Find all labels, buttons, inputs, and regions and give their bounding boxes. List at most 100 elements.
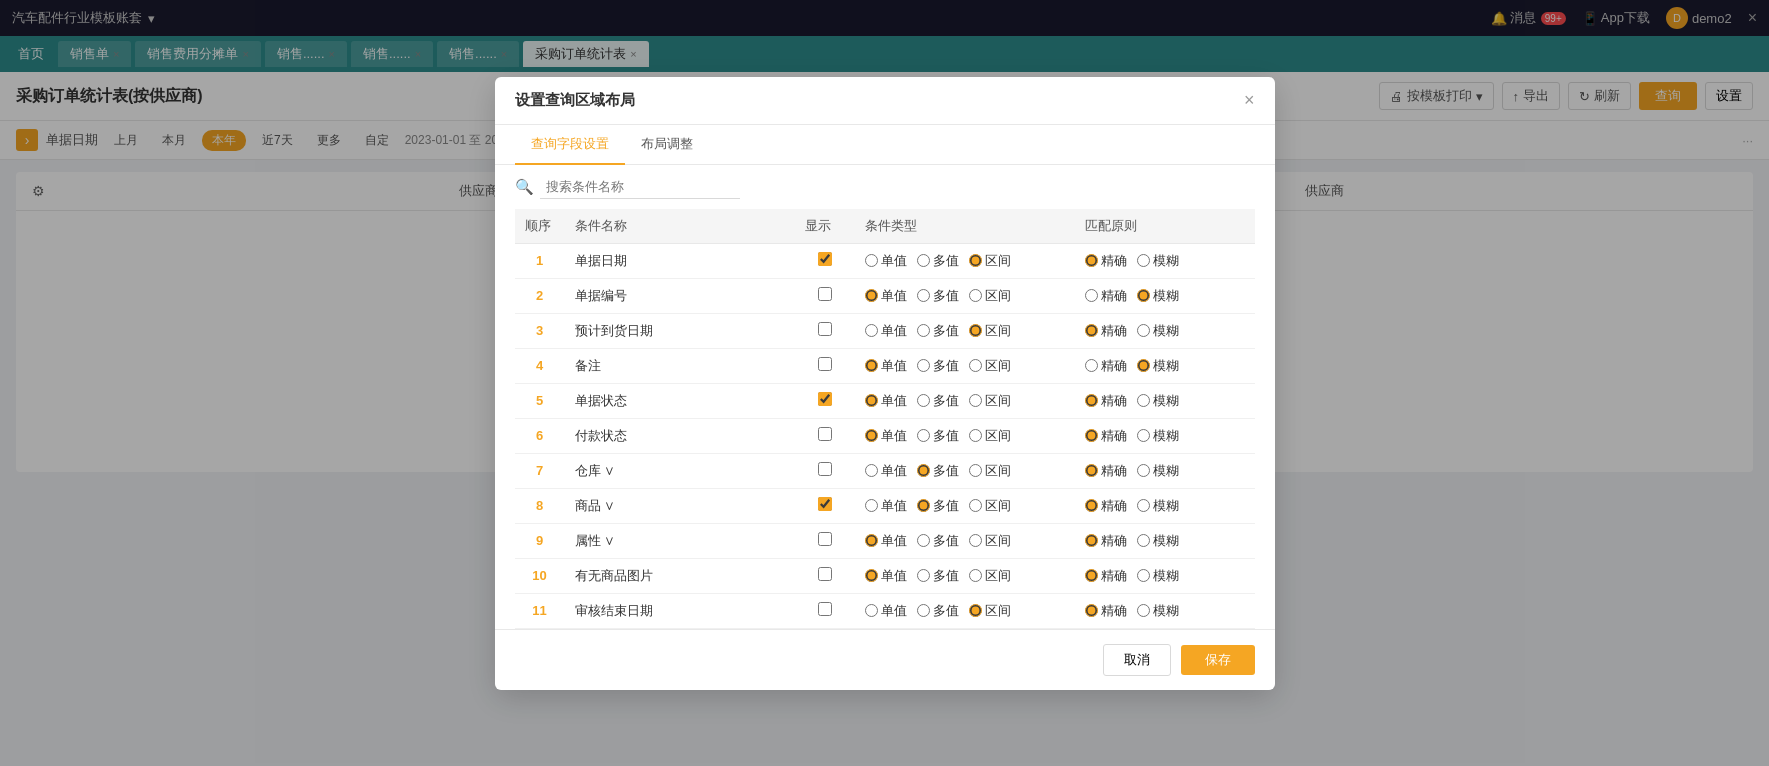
display-checkbox[interactable] [818, 497, 832, 511]
modal-body: 查询字段设置 布局调整 🔍 顺序 条件名称 显示 [495, 125, 1275, 561]
type-option-区间[interactable]: 区间 [969, 322, 1011, 340]
type-option-区间[interactable]: 区间 [969, 287, 1011, 305]
cell-display [795, 488, 855, 523]
type-option-多值[interactable]: 多值 [917, 392, 959, 410]
modal-tab-query-fields[interactable]: 查询字段设置 [515, 125, 625, 165]
type-option-单值[interactable]: 单值 [865, 252, 907, 270]
th-name: 条件名称 [565, 209, 795, 244]
display-checkbox[interactable] [818, 532, 832, 546]
cell-type: 单值多值区间 [855, 243, 1075, 278]
type-option-单值[interactable]: 单值 [865, 462, 907, 480]
rule-option-精确[interactable]: 精确 [1085, 357, 1127, 375]
cell-display [795, 558, 855, 560]
cell-display [795, 243, 855, 278]
cell-order: 1 [515, 243, 565, 278]
cell-order: 8 [515, 488, 565, 523]
table-row: 10有无商品图片单值多值区间精确模糊 [515, 558, 1255, 560]
cell-type: 单值多值区间 [855, 418, 1075, 453]
table-row: 3预计到货日期 单值多值区间 精确模糊 [515, 313, 1255, 348]
cell-name: 付款状态 [565, 418, 795, 453]
cell-type: 单值多值区间 [855, 488, 1075, 523]
cell-type: 单值多值区间 [855, 558, 1075, 560]
type-option-区间[interactable]: 区间 [969, 357, 1011, 375]
type-option-单值[interactable]: 单值 [865, 427, 907, 445]
display-checkbox[interactable] [818, 462, 832, 476]
type-option-单值[interactable]: 单值 [865, 532, 907, 550]
rule-option-模糊[interactable]: 模糊 [1137, 532, 1179, 550]
cell-type: 单值多值区间 [855, 523, 1075, 558]
display-checkbox[interactable] [818, 252, 832, 266]
rule-option-模糊[interactable]: 模糊 [1137, 357, 1179, 375]
cell-name: 单据编号 [565, 278, 795, 313]
rule-option-模糊[interactable]: 模糊 [1137, 252, 1179, 270]
type-option-多值[interactable]: 多值 [917, 427, 959, 445]
cell-order: 3 [515, 313, 565, 348]
rule-option-精确[interactable]: 精确 [1085, 462, 1127, 480]
cell-type: 单值多值区间 [855, 383, 1075, 418]
type-option-区间[interactable]: 区间 [969, 252, 1011, 270]
rule-option-精确[interactable]: 精确 [1085, 532, 1127, 550]
display-checkbox[interactable] [818, 287, 832, 301]
type-option-单值[interactable]: 单值 [865, 322, 907, 340]
rule-option-模糊[interactable]: 模糊 [1137, 462, 1179, 480]
rule-option-模糊[interactable]: 模糊 [1137, 497, 1179, 515]
rule-option-精确[interactable]: 精确 [1085, 252, 1127, 270]
cell-rule: 精确模糊 [1075, 418, 1255, 453]
cell-display [795, 313, 855, 348]
cell-order: 7 [515, 453, 565, 488]
type-option-多值[interactable]: 多值 [917, 497, 959, 515]
type-option-多值[interactable]: 多值 [917, 532, 959, 550]
type-option-区间[interactable]: 区间 [969, 462, 1011, 480]
rule-option-模糊[interactable]: 模糊 [1137, 392, 1179, 410]
display-checkbox[interactable] [818, 392, 832, 406]
type-option-区间[interactable]: 区间 [969, 392, 1011, 410]
type-option-单值[interactable]: 单值 [865, 392, 907, 410]
cell-rule: 精确模糊 [1075, 523, 1255, 558]
rule-option-精确[interactable]: 精确 [1085, 322, 1127, 340]
cell-rule: 精确模糊 [1075, 243, 1255, 278]
cell-order: 4 [515, 348, 565, 383]
display-checkbox[interactable] [818, 322, 832, 336]
type-option-区间[interactable]: 区间 [969, 532, 1011, 550]
modal-search-area: 🔍 [495, 165, 1275, 209]
modal-dialog: 设置查询区域布局 × 查询字段设置 布局调整 🔍 [495, 77, 1275, 561]
type-option-多值[interactable]: 多值 [917, 322, 959, 340]
type-option-多值[interactable]: 多值 [917, 462, 959, 480]
rule-option-模糊[interactable]: 模糊 [1137, 322, 1179, 340]
modal-close-button[interactable]: × [1244, 91, 1255, 109]
type-option-多值[interactable]: 多值 [917, 357, 959, 375]
rule-option-模糊[interactable]: 模糊 [1137, 287, 1179, 305]
cell-display [795, 278, 855, 313]
rule-option-精确[interactable]: 精确 [1085, 392, 1127, 410]
type-option-多值[interactable]: 多值 [917, 287, 959, 305]
cell-rule: 精确模糊 [1075, 488, 1255, 523]
type-option-多值[interactable]: 多值 [917, 252, 959, 270]
table-row: 9属性 ∨单值多值区间精确模糊 [515, 523, 1255, 558]
display-checkbox[interactable] [818, 427, 832, 441]
table-row: 7仓库 ∨ 单值多值区间 精确模糊 [515, 453, 1255, 488]
cell-rule: 精确模糊 [1075, 278, 1255, 313]
cell-name: 备注 [565, 348, 795, 383]
cell-name: 属性 ∨ [565, 523, 795, 558]
cell-type: 单值多值区间 [855, 278, 1075, 313]
cell-rule: 精确模糊 [1075, 313, 1255, 348]
rule-option-精确[interactable]: 精确 [1085, 427, 1127, 445]
rule-option-模糊[interactable]: 模糊 [1137, 427, 1179, 445]
type-option-区间[interactable]: 区间 [969, 497, 1011, 515]
modal-tab-layout[interactable]: 布局调整 [625, 125, 709, 165]
rule-option-精确[interactable]: 精确 [1085, 287, 1127, 305]
display-checkbox[interactable] [818, 357, 832, 371]
cell-name: 预计到货日期 [565, 313, 795, 348]
type-option-单值[interactable]: 单值 [865, 497, 907, 515]
th-order: 顺序 [515, 209, 565, 244]
modal-header: 设置查询区域布局 × [495, 77, 1275, 125]
cell-name: 仓库 ∨ [565, 453, 795, 488]
type-option-单值[interactable]: 单值 [865, 357, 907, 375]
th-type: 条件类型 [855, 209, 1075, 244]
type-option-单值[interactable]: 单值 [865, 287, 907, 305]
rule-option-精确[interactable]: 精确 [1085, 497, 1127, 515]
conditions-table: 顺序 条件名称 显示 条件类型 匹配原则 1单据日期单值多值区间精确模糊2单据编… [515, 209, 1255, 561]
type-option-区间[interactable]: 区间 [969, 427, 1011, 445]
table-row: 6付款状态单值多值区间精确模糊 [515, 418, 1255, 453]
search-input[interactable] [540, 175, 740, 199]
